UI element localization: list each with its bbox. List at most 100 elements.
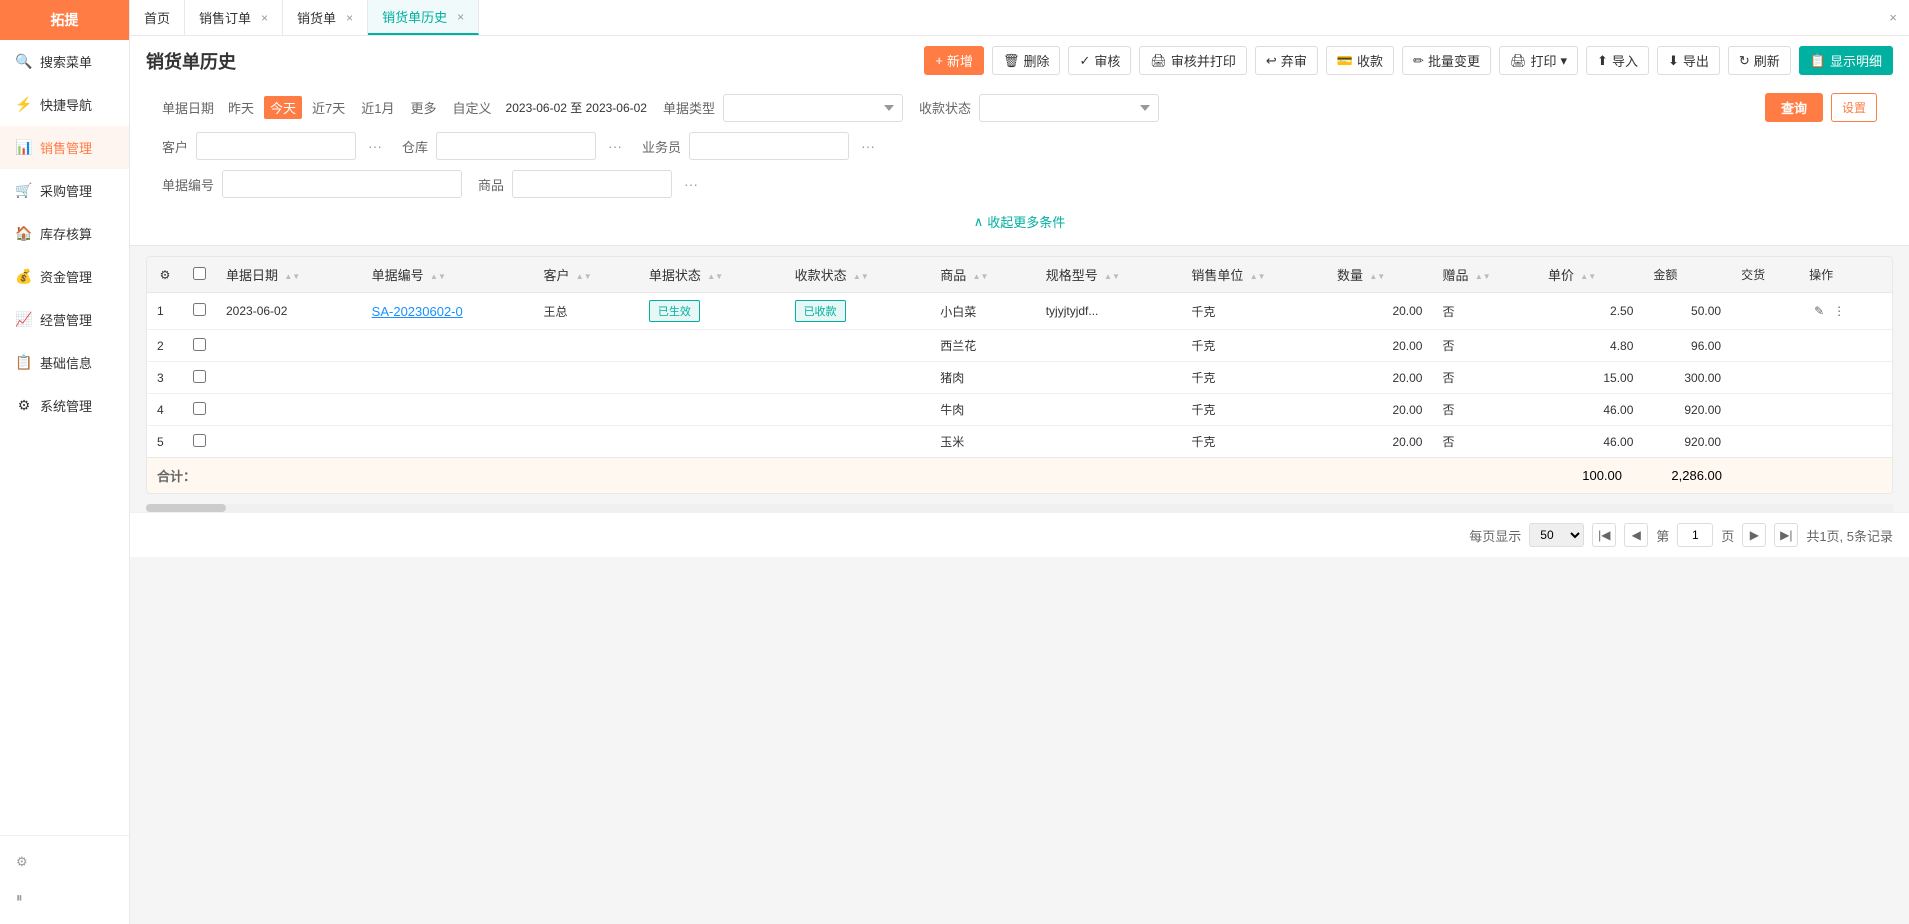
warehouse-input[interactable] <box>436 132 596 160</box>
abandon-button[interactable]: ↩ 弃审 <box>1255 46 1318 75</box>
sort-qty[interactable]: ▲▼ <box>1369 273 1385 281</box>
horizontal-scrollbar[interactable] <box>146 504 1893 512</box>
cell-doc-no-2[interactable] <box>362 362 534 394</box>
last-page-btn[interactable]: ▶| <box>1774 523 1798 547</box>
audit-print-button[interactable]: 🖨 审核并打印 <box>1139 46 1247 75</box>
cell-checkbox-3[interactable] <box>183 394 216 426</box>
export-icon: ⬇ <box>1668 53 1679 69</box>
sidebar-item-search-menu[interactable]: 🔍 搜索菜单 <box>0 40 129 83</box>
goods-input[interactable] <box>512 170 672 198</box>
sort-collect-status[interactable]: ▲▼ <box>853 273 869 281</box>
th-doc-status: 单据状态 ▲▼ <box>639 257 785 293</box>
sidebar-item-inventory[interactable]: 🏠 库存核算 <box>0 212 129 255</box>
date-1month[interactable]: 近1月 <box>355 96 400 119</box>
cell-seq-3: 4 <box>147 394 183 426</box>
query-button[interactable]: 查询 <box>1765 93 1823 122</box>
customer-dots[interactable]: ··· <box>364 138 386 154</box>
sort-doc-date[interactable]: ▲▼ <box>284 273 300 281</box>
sort-price[interactable]: ▲▼ <box>1580 273 1596 281</box>
print-button[interactable]: 🖨 打印 ▾ <box>1499 46 1578 75</box>
tab-sales-order-close[interactable]: × <box>261 11 268 25</box>
sidebar-item-quick-nav[interactable]: ⚡ 快捷导航 <box>0 83 129 126</box>
refresh-button[interactable]: ↻ 刷新 <box>1728 46 1791 75</box>
warehouse-dots[interactable]: ··· <box>604 138 626 154</box>
sidebar: 拓提 🔍 搜索菜单 ⚡ 快捷导航 📊 销售管理 🛒 采购管理 🏠 库存核算 💰 … <box>0 0 130 924</box>
scrollbar-thumb[interactable] <box>146 504 226 512</box>
tab-home[interactable]: 首页 <box>130 0 185 35</box>
select-all-checkbox[interactable] <box>193 267 206 280</box>
tab-sales-goods[interactable]: 销货单 × <box>283 0 368 35</box>
sidebar-bottom-settings[interactable]: ⚙ <box>0 844 129 880</box>
cell-doc-no-1[interactable] <box>362 330 534 362</box>
sidebar-item-system-mgmt[interactable]: ⚙ 系统管理 <box>0 384 129 427</box>
sidebar-bottom-pause[interactable]: ⏸ <box>0 880 129 916</box>
date-yesterday[interactable]: 昨天 <box>222 96 260 119</box>
cell-spec-2 <box>1036 362 1182 394</box>
doc-type-select[interactable] <box>723 94 903 122</box>
cell-checkbox-4[interactable] <box>183 426 216 458</box>
cell-checkbox-1[interactable] <box>183 330 216 362</box>
date-more[interactable]: 更多 <box>405 96 443 119</box>
date-today[interactable]: 今天 <box>264 96 302 119</box>
sort-doc-status[interactable]: ▲▼ <box>707 273 723 281</box>
cell-checkbox-0[interactable] <box>183 293 216 330</box>
checkbox-col-header[interactable] <box>183 257 216 293</box>
cell-goods-2: 猪肉 <box>930 362 1035 394</box>
date-7days[interactable]: 近7天 <box>306 96 351 119</box>
sort-unit[interactable]: ▲▼ <box>1250 273 1266 281</box>
page-header-top: 销货单历史 + 新增 🗑 删除 ✓ 审核 🖨 <box>146 46 1893 75</box>
tab-sales-goods-history[interactable]: 销货单历史 × <box>368 0 479 35</box>
row-checkbox-0[interactable] <box>193 303 206 316</box>
sidebar-item-finance-mgmt[interactable]: 💰 资金管理 <box>0 255 129 298</box>
sort-doc-no[interactable]: ▲▼ <box>430 273 446 281</box>
delete-button[interactable]: 🗑 删除 <box>992 46 1061 75</box>
sidebar-item-basic-info[interactable]: 📋 基础信息 <box>0 341 129 384</box>
row-checkbox-2[interactable] <box>193 370 206 383</box>
settings-button[interactable]: 设置 <box>1831 93 1877 122</box>
next-page-btn[interactable]: ▶ <box>1742 523 1766 547</box>
sort-customer[interactable]: ▲▼ <box>576 273 592 281</box>
sort-goods[interactable]: ▲▼ <box>973 273 989 281</box>
row-checkbox-3[interactable] <box>193 402 206 415</box>
salesperson-input[interactable] <box>689 132 849 160</box>
customer-input[interactable] <box>196 132 356 160</box>
tab-sales-order[interactable]: 销售订单 × <box>185 0 283 35</box>
batch-change-button[interactable]: ✏ 批量变更 <box>1402 46 1491 75</box>
gear-col-header[interactable]: ⚙ <box>147 257 183 293</box>
audit-button[interactable]: ✓ 审核 <box>1068 46 1131 75</box>
cell-doc-date-4 <box>216 426 362 458</box>
row-checkbox-1[interactable] <box>193 338 206 351</box>
tab-sales-goods-close[interactable]: × <box>346 11 353 25</box>
sidebar-item-ops-mgmt[interactable]: 📈 经营管理 <box>0 298 129 341</box>
collect-button[interactable]: 💳 收款 <box>1326 46 1394 75</box>
sort-gift[interactable]: ▲▼ <box>1475 273 1491 281</box>
page-input[interactable] <box>1677 523 1713 547</box>
prev-page-btn[interactable]: ◀ <box>1624 523 1648 547</box>
sort-spec[interactable]: ▲▼ <box>1104 273 1120 281</box>
sidebar-item-purchase-mgmt[interactable]: 🛒 采购管理 <box>0 169 129 212</box>
more-btn-0[interactable]: ⋮ <box>1829 301 1849 321</box>
tab-sales-goods-history-close[interactable]: × <box>457 10 464 24</box>
export-button[interactable]: ⬇ 导出 <box>1657 46 1720 75</box>
row-checkbox-4[interactable] <box>193 434 206 447</box>
sidebar-item-sales-mgmt[interactable]: 📊 销售管理 <box>0 126 129 169</box>
first-page-btn[interactable]: |◀ <box>1592 523 1616 547</box>
cell-price-2: 15.00 <box>1538 362 1643 394</box>
cell-doc-no-3[interactable] <box>362 394 534 426</box>
cell-ops-2 <box>1799 362 1892 394</box>
edit-btn-0[interactable]: ✎ <box>1809 301 1829 321</box>
date-custom[interactable]: 自定义 <box>447 96 498 119</box>
salesperson-dots[interactable]: ··· <box>857 138 879 154</box>
collapse-button[interactable]: ∧ 收起更多条件 <box>162 208 1877 235</box>
import-button[interactable]: ⬆ 导入 <box>1586 46 1649 75</box>
show-detail-button[interactable]: 📋 显示明细 <box>1799 46 1893 75</box>
goods-dots[interactable]: ··· <box>680 176 702 192</box>
cell-doc-no-0[interactable]: SA-20230602-0 <box>362 293 534 330</box>
doc-no-input[interactable] <box>222 170 462 198</box>
collect-status-select[interactable] <box>979 94 1159 122</box>
cell-checkbox-2[interactable] <box>183 362 216 394</box>
per-page-select[interactable]: 50 100 200 <box>1529 523 1584 547</box>
cell-doc-no-4[interactable] <box>362 426 534 458</box>
tab-bar-close-all[interactable]: × <box>1877 10 1909 25</box>
add-button[interactable]: + 新增 <box>924 46 984 75</box>
